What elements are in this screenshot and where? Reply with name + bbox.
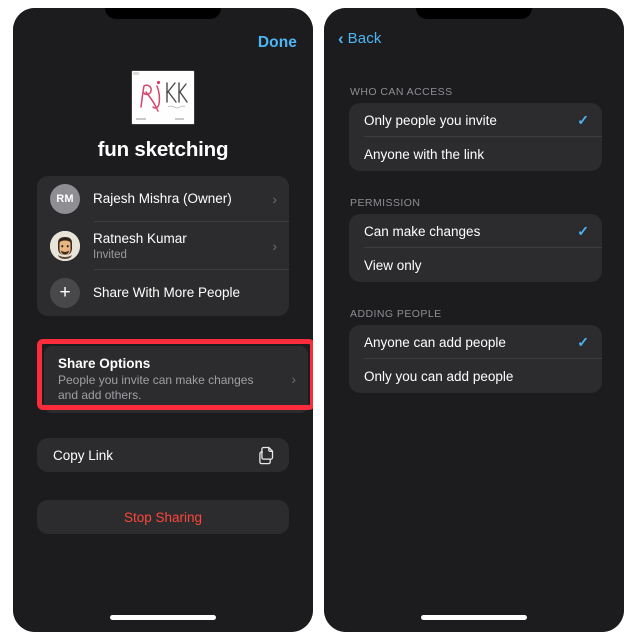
right-phone-panel: ‹ Back WHO CAN ACCESS Only people you in… [324, 8, 624, 632]
stop-sharing-card: Stop Sharing [37, 500, 289, 534]
list-item-text: Ratnesh Kumar Invited [93, 231, 266, 262]
left-phone-panel: Done fun sketching RM Rajesh Mishra (Own… [13, 8, 313, 632]
option-label: Anyone can add people [364, 334, 506, 350]
list-item-invited[interactable]: Ratnesh Kumar Invited › [37, 222, 289, 270]
adding-people-card: Anyone can add people ✓ Only you can add… [349, 325, 602, 393]
notch [105, 8, 221, 19]
copy-link-card: Copy Link [37, 438, 289, 472]
left-topbar: Done [258, 30, 297, 56]
copy-link-button[interactable]: Copy Link [37, 438, 289, 472]
notch [416, 8, 532, 19]
home-indicator[interactable] [110, 615, 216, 620]
check-icon: ✓ [577, 223, 589, 239]
check-icon: ✓ [577, 334, 589, 350]
share-options-title: Share Options [58, 356, 151, 371]
plus-icon: + [50, 278, 80, 308]
section-header-who-can-access: WHO CAN ACCESS [350, 86, 453, 98]
screenshot-stage: Done fun sketching RM Rajesh Mishra (Own… [0, 0, 640, 640]
option-anyone-with-the-link[interactable]: Anyone with the link ✓ [349, 137, 602, 171]
plus-glyph: + [59, 281, 71, 303]
list-item-text: Share With More People [93, 285, 277, 301]
share-options-description: People you invite can make changes and a… [58, 373, 254, 402]
chevron-right-icon: › [272, 238, 277, 254]
permission-card: Can make changes ✓ View only ✓ [349, 214, 602, 282]
section-header-permission: PERMISSION [350, 197, 421, 209]
share-options-card: Share Options People you invite can make… [44, 346, 308, 413]
option-label: Can make changes [364, 223, 481, 239]
chevron-right-icon: › [291, 371, 296, 387]
list-item-title: Ratnesh Kumar [93, 230, 187, 246]
option-anyone-can-add-people[interactable]: Anyone can add people ✓ [349, 325, 602, 359]
chevron-left-icon: ‹ [338, 29, 344, 48]
back-button[interactable]: ‹ Back [338, 30, 381, 47]
list-item-text: Rajesh Mishra (Owner) [93, 191, 266, 207]
sketch-thumbnail-image [132, 71, 194, 124]
sketch-thumbnail [131, 70, 195, 125]
option-label: View only [364, 257, 422, 273]
share-sheet-screen: Done fun sketching RM Rajesh Mishra (Own… [13, 8, 313, 632]
share-options-screen: ‹ Back WHO CAN ACCESS Only people you in… [324, 8, 624, 632]
page-title: fun sketching [97, 138, 229, 161]
option-can-make-changes[interactable]: Can make changes ✓ [349, 214, 602, 248]
option-view-only[interactable]: View only ✓ [349, 248, 602, 282]
who-can-access-card: Only people you invite ✓ Anyone with the… [349, 103, 602, 171]
share-options-text: Share Options People you invite can make… [58, 355, 285, 403]
avatar: RM [50, 184, 80, 214]
list-item-title: Rajesh Mishra (Owner) [93, 191, 232, 206]
option-only-people-you-invite[interactable]: Only people you invite ✓ [349, 103, 602, 137]
share-with-more-people-button[interactable]: + Share With More People [37, 270, 289, 316]
people-card: RM Rajesh Mishra (Owner) › Ratnesh Kumar… [37, 176, 289, 316]
share-options-button[interactable]: Share Options People you invite can make… [44, 346, 308, 413]
stop-sharing-label: Stop Sharing [123, 509, 203, 525]
done-button[interactable]: Done [258, 34, 297, 52]
option-label: Only you can add people [364, 368, 514, 384]
avatar [50, 231, 80, 261]
memoji-avatar-icon [50, 231, 80, 261]
stop-sharing-button[interactable]: Stop Sharing [37, 500, 289, 534]
check-icon: ✓ [577, 112, 589, 128]
list-item-subtitle: Invited [93, 248, 127, 261]
option-label: Only people you invite [364, 112, 497, 128]
copy-documents-icon[interactable] [259, 446, 276, 465]
home-indicator[interactable] [421, 615, 527, 620]
option-only-you-can-add-people[interactable]: Only you can add people ✓ [349, 359, 602, 393]
copy-link-label: Copy Link [53, 447, 114, 463]
chevron-right-icon: › [272, 191, 277, 207]
list-item-title: Share With More People [93, 285, 241, 300]
list-item-owner[interactable]: RM Rajesh Mishra (Owner) › [37, 176, 289, 222]
avatar-initials: RM [56, 193, 74, 205]
section-header-adding-people: ADDING PEOPLE [350, 308, 442, 320]
option-label: Anyone with the link [364, 146, 485, 162]
back-button-label: Back [347, 30, 382, 47]
